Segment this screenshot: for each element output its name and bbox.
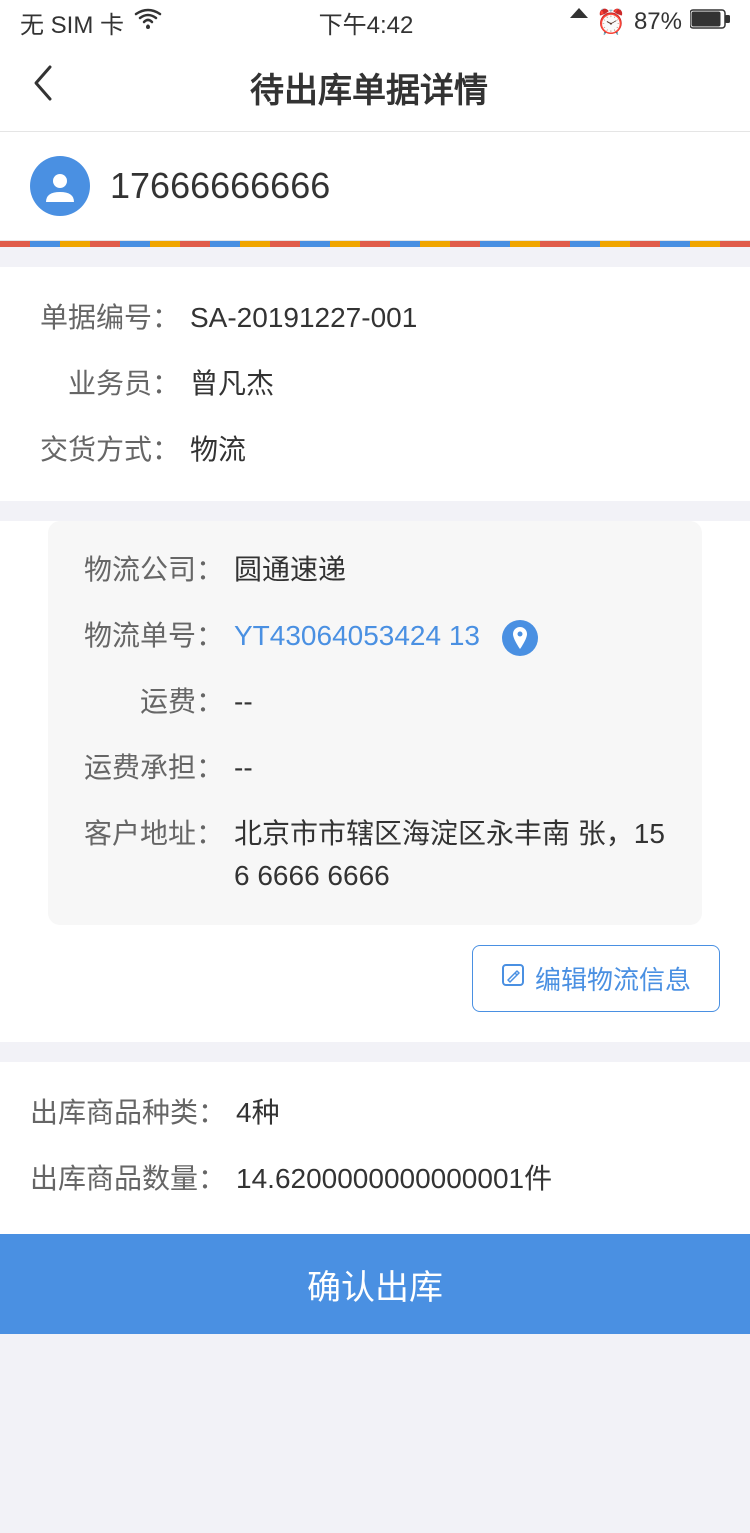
edit-logistics-area: 编辑物流信息 [0,925,750,1042]
sim-status: 无 SIM 卡 [20,5,124,40]
battery-percent: 87% [634,8,682,36]
delivery-method-value: 物流 [190,429,720,471]
salesperson-value: 曾凡杰 [190,363,720,405]
tracking-number-label: 物流单号： [74,615,234,657]
back-button[interactable] [30,63,54,112]
battery-icon [690,8,730,37]
logistics-wrapper: 物流公司： 圆通速递 物流单号： YT43064053424 13 运费： --… [0,521,750,925]
freight-value: -- [234,681,676,723]
customer-header: 17666666666 [0,132,750,241]
product-type-row: 出库商品种类： 4种 [30,1092,720,1134]
logistics-company-row: 物流公司： 圆通速递 [74,549,676,591]
address-label: 客户地址： [74,813,234,855]
logistics-company-value: 圆通速递 [234,549,676,591]
status-bar: 无 SIM 卡 下午4:42 ⏰ 87% [0,0,750,44]
alarm-icon: ⏰ [596,8,626,37]
section-divider-1 [0,1042,750,1062]
delivery-method-label: 交货方式： [30,429,190,471]
avatar [30,156,90,216]
status-time: 下午4:42 [319,5,414,40]
product-quantity-label: 出库商品数量： [30,1158,236,1200]
edit-icon [501,963,525,994]
document-number-row: 单据编号： SA-20191227-001 [30,297,720,339]
freight-bearer-row: 运费承担： -- [74,747,676,789]
wifi-icon [134,8,162,37]
edit-logistics-label: 编辑物流信息 [535,960,691,997]
document-number-value: SA-20191227-001 [190,297,720,339]
salesperson-row: 业务员： 曾凡杰 [30,363,720,405]
document-number-label: 单据编号： [30,297,190,339]
freight-bearer-label: 运费承担： [74,747,234,789]
product-quantity-row: 出库商品数量： 14.6200000000000001件 [30,1158,720,1200]
location-icon [570,8,588,37]
nav-bar: 待出库单据详情 [0,44,750,132]
freight-row: 运费： -- [74,681,676,723]
customer-phone: 17666666666 [110,165,330,207]
confirm-outbound-button[interactable]: 确认出库 [0,1234,750,1334]
status-right: ⏰ 87% [570,8,730,37]
tracking-number-row: 物流单号： YT43064053424 13 [74,615,676,657]
tracking-number-value: YT43064053424 13 [234,615,676,657]
bottom-spacer [0,1333,750,1533]
edit-logistics-button[interactable]: 编辑物流信息 [472,945,720,1012]
dashed-divider [0,241,750,247]
product-quantity-value: 14.6200000000000001件 [236,1158,720,1200]
basic-info-section: 单据编号： SA-20191227-001 业务员： 曾凡杰 交货方式： 物流 [0,267,750,501]
status-left: 无 SIM 卡 [20,5,162,40]
product-type-value: 4种 [236,1092,720,1134]
confirm-button-label: 确认出库 [307,1260,443,1309]
address-row: 客户地址： 北京市市辖区海淀区永丰南 张，156 6666 6666 [74,813,676,897]
product-type-label: 出库商品种类： [30,1092,236,1134]
freight-bearer-value: -- [234,747,676,789]
logistics-section: 物流公司： 圆通速递 物流单号： YT43064053424 13 运费： --… [48,521,702,925]
address-value: 北京市市辖区海淀区永丰南 张，156 6666 6666 [234,813,676,897]
logistics-company-label: 物流公司： [74,549,234,591]
freight-label: 运费： [74,681,234,723]
outbound-stats-section: 出库商品种类： 4种 出库商品数量： 14.6200000000000001件 [0,1062,750,1220]
delivery-method-row: 交货方式： 物流 [30,429,720,471]
page-title: 待出库单据详情 [74,63,664,112]
salesperson-label: 业务员： [30,363,190,405]
location-pin-icon[interactable] [502,620,538,656]
